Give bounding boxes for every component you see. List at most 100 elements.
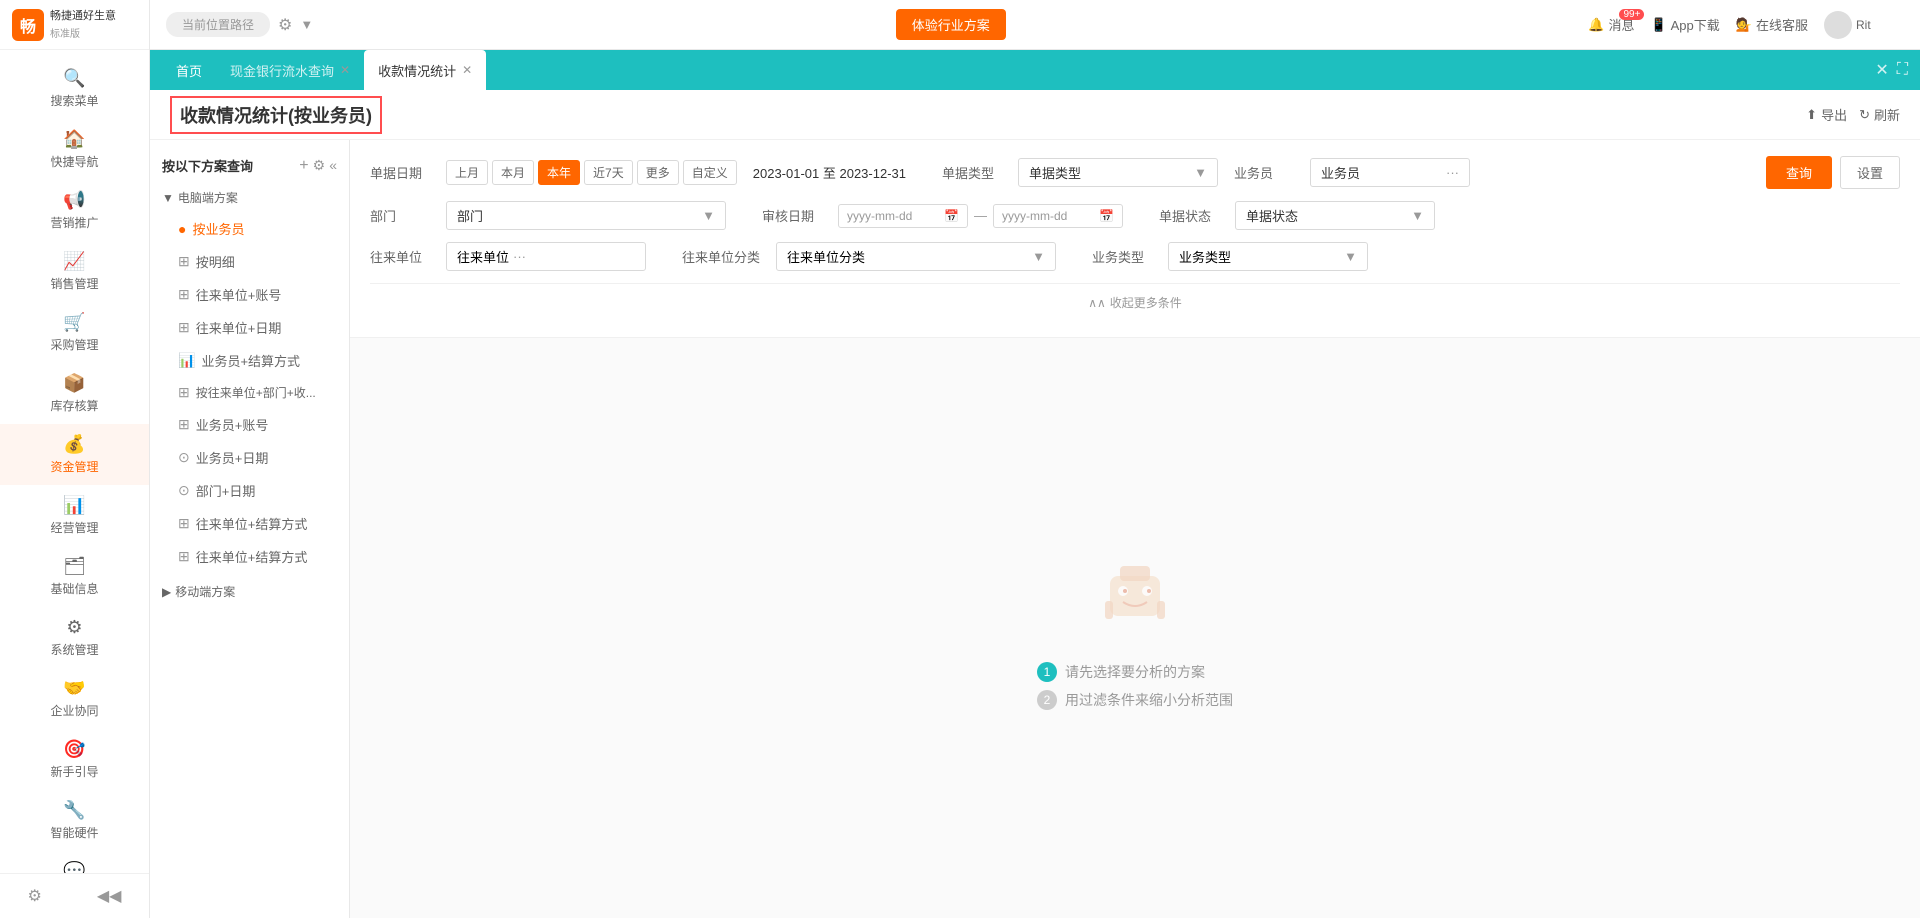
scheme-item-salesman-account[interactable]: ⊞ 业务员+账号: [150, 408, 349, 441]
counterpart-cat-select[interactable]: 往来单位分类 ▼: [776, 242, 1056, 271]
date-range-display: 2023-01-01 至 2023-12-31: [753, 163, 906, 182]
sidebar-item-guide[interactable]: 🎯 新手引导: [0, 729, 149, 790]
service-label: 在线客服: [1756, 15, 1808, 34]
topbar-right: 🔔 消息 99+ 📱 App下载 💁 在线客服 Rit: [1588, 11, 1904, 39]
scheme-item-label: 按业务员: [192, 219, 244, 238]
sidebar-item-sales[interactable]: 📈 销售管理: [0, 241, 149, 302]
scheme-item-dept-date[interactable]: ⊙ 部门+日期: [150, 474, 349, 507]
counterpart-value: 往来单位: [457, 247, 509, 266]
settings-bottom-icon[interactable]: ⚙: [28, 886, 42, 906]
sidebar-item-wechat[interactable]: 💬 企业微信: [0, 851, 149, 873]
chat-icon: 💬: [63, 861, 85, 873]
biz-type-label: 业务类型: [1092, 247, 1152, 266]
review-date-end[interactable]: yyyy-mm-dd 📅: [993, 204, 1123, 228]
scheme-item-by-salesman[interactable]: ● 按业务员: [150, 212, 349, 245]
scheme-item-counterpart-account[interactable]: ⊞ 往来单位+账号: [150, 278, 349, 311]
salesman-select[interactable]: 业务员 ···: [1310, 158, 1470, 187]
receipt-tab-close[interactable]: ✕: [462, 63, 472, 77]
sidebar-item-label: 基础信息: [50, 580, 98, 597]
sidebar-item-operation[interactable]: 📊 经营管理: [0, 485, 149, 546]
bell-icon: 🔔: [1588, 17, 1604, 33]
tab-close-all-icon[interactable]: ✕: [1875, 60, 1888, 80]
date-btn-this-month[interactable]: 本月: [492, 160, 534, 185]
sidebar-item-inventory[interactable]: 📦 库存核算: [0, 363, 149, 424]
tab-receipt[interactable]: 收款情况统计 ✕: [364, 50, 486, 90]
empty-tips: 1 请先选择要分析的方案 2 用过滤条件来缩小分析范围: [1037, 662, 1233, 710]
main-content: 当前位置路径 ⚙ ▼ 体验行业方案 🔔 消息 99+ 📱 App下载 💁 在线客…: [150, 0, 1920, 918]
scheme-item-counterpart-dept[interactable]: ⊞ 按往来单位+部门+收...: [150, 377, 349, 408]
date-btn-7days[interactable]: 近7天: [584, 160, 633, 185]
doc-status-arrow: ▼: [1411, 208, 1424, 223]
counterpart-more-icon[interactable]: ···: [513, 249, 526, 264]
review-date-range: yyyy-mm-dd 📅 — yyyy-mm-dd 📅: [838, 204, 1123, 228]
sidebar-item-quicknav[interactable]: 🏠 快捷导航: [0, 119, 149, 180]
message-btn[interactable]: 🔔 消息 99+: [1588, 15, 1634, 34]
doc-type-select[interactable]: 单据类型 ▼: [1018, 158, 1218, 187]
scheme-section-desktop-title[interactable]: ▼ 电脑端方案: [150, 183, 349, 212]
topbar-dropdown-icon[interactable]: ▼: [300, 17, 313, 32]
date-btn-more[interactable]: 更多: [637, 160, 679, 185]
tab-maximize-icon[interactable]: ⛶: [1897, 61, 1908, 79]
sidebar-item-finance[interactable]: 💰 资金管理: [0, 424, 149, 485]
topbar-settings-icon[interactable]: ⚙: [278, 15, 292, 35]
salesman-more-icon[interactable]: ···: [1446, 165, 1459, 180]
query-btn[interactable]: 查询: [1766, 156, 1832, 189]
biz-type-select[interactable]: 业务类型 ▼: [1168, 242, 1368, 271]
scheme-item-by-detail[interactable]: ⊞ 按明细: [150, 245, 349, 278]
scheme-item-label: 业务员+账号: [196, 415, 269, 434]
scheme-item-salesman-settlement[interactable]: 📊 业务员+结算方式: [150, 344, 349, 377]
review-date-start[interactable]: yyyy-mm-dd 📅: [838, 204, 968, 228]
date-btn-last-month[interactable]: 上月: [446, 160, 488, 185]
sidebar-item-label: 智能硬件: [50, 824, 98, 841]
sidebar-item-marketing[interactable]: 📢 营销推广: [0, 180, 149, 241]
username: Rit: [1856, 18, 1871, 32]
mobile-section-arrow: ▶: [162, 585, 171, 599]
dept-select[interactable]: 部门 ▼: [446, 201, 726, 230]
empty-state: 1 请先选择要分析的方案 2 用过滤条件来缩小分析范围: [1037, 546, 1233, 710]
scheme-item-counterpart-settlement1[interactable]: ⊞ 往来单位+结算方式: [150, 507, 349, 540]
sidebar-item-basic[interactable]: 🗂 基础信息: [0, 546, 149, 607]
scheme-settings-icon[interactable]: ⚙: [313, 157, 326, 175]
counterpart-select[interactable]: 往来单位 ···: [446, 242, 646, 271]
sidebar-item-corp[interactable]: 🤝 企业协同: [0, 668, 149, 729]
scheme-collapse-icon[interactable]: «: [329, 157, 337, 175]
phone-icon: 📱: [1650, 17, 1666, 33]
cashflow-tab-close[interactable]: ✕: [340, 63, 350, 77]
tab-home[interactable]: 首页: [162, 50, 216, 90]
export-icon: ⬆: [1806, 107, 1817, 123]
scheme-item-counterpart-settlement2[interactable]: ⊞ 往来单位+结算方式: [150, 540, 349, 573]
breadcrumb: 当前位置路径: [166, 12, 270, 37]
biz-type-value: 业务类型: [1179, 247, 1344, 266]
sidebar-item-search[interactable]: 🔍 搜索菜单: [0, 58, 149, 119]
refresh-label: 刷新: [1874, 105, 1900, 124]
sidebar-item-system[interactable]: ⚙ 系统管理: [0, 607, 149, 668]
topbar-left: 当前位置路径 ⚙ ▼: [166, 12, 313, 37]
filter-settings-btn[interactable]: 设置: [1840, 156, 1900, 189]
scheme-item-counterpart-date[interactable]: ⊞ 往来单位+日期: [150, 311, 349, 344]
sidebar-item-purchase[interactable]: 🛒 采购管理: [0, 302, 149, 363]
user-avatar[interactable]: Rit: [1824, 11, 1904, 39]
collapse-more-btn[interactable]: ∧∧ 收起更多条件: [370, 283, 1900, 321]
tab-cashflow[interactable]: 现金银行流水查询 ✕: [216, 50, 364, 90]
export-btn[interactable]: ⬆ 导出: [1806, 105, 1847, 124]
tip-text-2: 用过滤条件来缩小分析范围: [1065, 690, 1233, 710]
online-service-btn[interactable]: 💁 在线客服: [1736, 15, 1808, 34]
sidebar-item-label: 快捷导航: [50, 153, 98, 170]
collapse-sidebar-icon[interactable]: ◀◀: [97, 886, 122, 906]
scheme-item-label: 往来单位+结算方式: [196, 547, 308, 566]
app-download-btn[interactable]: 📱 App下载: [1650, 15, 1719, 34]
scheme-add-icon[interactable]: +: [299, 157, 308, 175]
doc-status-select[interactable]: 单据状态 ▼: [1235, 201, 1435, 230]
megaphone-icon: 📢: [63, 190, 85, 211]
sidebar-item-hardware[interactable]: 🔧 智能硬件: [0, 790, 149, 851]
counterpart-label: 往来单位: [370, 247, 430, 266]
scheme-section-mobile-title[interactable]: ▶ 移动端方案: [150, 577, 349, 606]
tip-num-2: 2: [1037, 690, 1057, 710]
date-btn-custom[interactable]: 自定义: [683, 160, 737, 185]
trial-btn[interactable]: 体验行业方案: [896, 9, 1006, 40]
scheme-item-salesman-date[interactable]: ⊙ 业务员+日期: [150, 441, 349, 474]
app-logo: 畅 畅捷通好生意 标准版: [0, 0, 149, 50]
export-label: 导出: [1821, 105, 1847, 124]
refresh-btn[interactable]: ↻ 刷新: [1859, 105, 1900, 124]
date-btn-this-year[interactable]: 本年: [538, 160, 580, 185]
